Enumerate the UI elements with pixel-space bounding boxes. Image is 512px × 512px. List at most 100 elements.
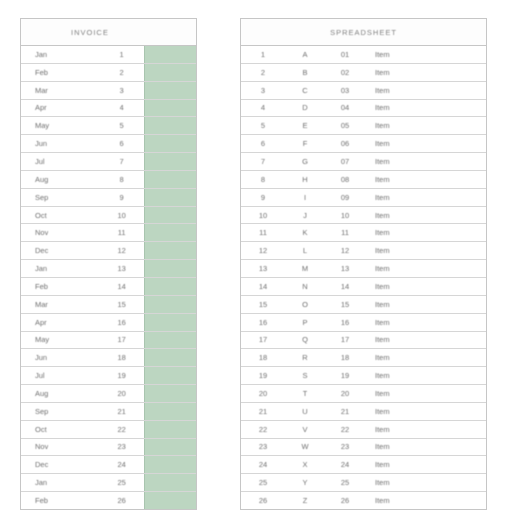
right-cell-c-text: 09: [341, 193, 349, 202]
right-cell-b: J: [285, 207, 325, 224]
stage: INVOICE Jan1Feb2Mar3Apr4May5Jun6Jul7Aug8…: [0, 0, 512, 512]
left-cell-b-text: 25: [117, 478, 125, 487]
right-cell-d: Item: [365, 332, 486, 349]
table-row: 16P16Item: [241, 314, 486, 332]
right-cell-d: Item: [365, 439, 486, 456]
right-cell-d-text: Item: [375, 86, 390, 95]
left-cell-a-text: Apr: [35, 318, 47, 327]
right-cell-c: 26: [325, 492, 365, 509]
right-cell-b: K: [285, 224, 325, 241]
right-cell-c: 14: [325, 278, 365, 295]
table-row: 23W23Item: [241, 439, 486, 457]
right-cell-d: Item: [365, 242, 486, 259]
left-cell-b: 8: [100, 171, 144, 188]
left-cell-b-text: 12: [117, 246, 125, 255]
table-row: Aug20: [21, 385, 196, 403]
right-cell-a: 24: [241, 456, 285, 473]
right-cell-b: M: [285, 260, 325, 277]
left-cell-a: Sep: [21, 189, 100, 206]
table-row: 18R18Item: [241, 349, 486, 367]
right-cell-d: Item: [365, 46, 486, 63]
left-cell-a-text: Sep: [35, 193, 48, 202]
table-row: Oct22: [21, 421, 196, 439]
left-cell-b-text: 3: [120, 86, 124, 95]
table-row: Sep21: [21, 403, 196, 421]
left-cell-b-text: 2: [120, 68, 124, 77]
left-cell-a-text: Apr: [35, 103, 47, 112]
right-cell-b-text: N: [302, 282, 307, 291]
left-cell-accent: [144, 171, 197, 188]
table-row: 19S19Item: [241, 367, 486, 385]
right-cell-a: 17: [241, 332, 285, 349]
right-cell-c-text: 10: [341, 211, 349, 220]
left-cell-b-text: 24: [117, 460, 125, 469]
left-cell-a-text: Jan: [35, 264, 47, 273]
right-cell-d: Item: [365, 82, 486, 99]
right-cell-d-text: Item: [375, 211, 390, 220]
left-cell-b-text: 15: [117, 300, 125, 309]
right-cell-b-text: F: [303, 139, 308, 148]
right-cell-c: 24: [325, 456, 365, 473]
table-row: Jul19: [21, 367, 196, 385]
right-cell-c-text: 21: [341, 407, 349, 416]
table-row: Jan1: [21, 46, 196, 64]
right-cell-c-text: 17: [341, 335, 349, 344]
right-cell-c: 03: [325, 82, 365, 99]
left-cell-a: Jul: [21, 153, 100, 170]
right-cell-c-text: 06: [341, 139, 349, 148]
table-row: 13M13Item: [241, 260, 486, 278]
right-cell-a: 14: [241, 278, 285, 295]
right-cell-b: H: [285, 171, 325, 188]
right-cell-b: S: [285, 367, 325, 384]
right-cell-c: 25: [325, 474, 365, 491]
table-row: 26Z26Item: [241, 492, 486, 509]
right-cell-c-text: 04: [341, 103, 349, 112]
right-cell-a: 5: [241, 117, 285, 134]
right-cell-a: 22: [241, 421, 285, 438]
left-cell-a-text: Mar: [35, 300, 48, 309]
right-cell-b-text: E: [302, 121, 307, 130]
left-cell-accent: [144, 456, 197, 473]
right-cell-a-text: 9: [261, 193, 265, 202]
right-cell-c-text: 20: [341, 389, 349, 398]
right-cell-d: Item: [365, 314, 486, 331]
right-cell-a: 26: [241, 492, 285, 509]
left-cell-b-text: 23: [117, 442, 125, 451]
right-cell-a-text: 25: [259, 478, 267, 487]
left-cell-a-text: Jun: [35, 353, 47, 362]
right-cell-a: 4: [241, 100, 285, 117]
right-cell-c: 22: [325, 421, 365, 438]
left-cell-a-text: Aug: [35, 389, 48, 398]
right-cell-d: Item: [365, 456, 486, 473]
left-cell-accent: [144, 46, 197, 63]
right-cell-a-text: 7: [261, 157, 265, 166]
right-cell-b: R: [285, 349, 325, 366]
right-cell-c-text: 11: [341, 228, 349, 237]
left-cell-accent: [144, 117, 197, 134]
right-cell-c: 19: [325, 367, 365, 384]
right-cell-d: Item: [365, 189, 486, 206]
left-title: INVOICE: [71, 28, 109, 37]
table-row: Mar 15: [21, 296, 196, 314]
left-cell-a: Mar: [21, 82, 100, 99]
right-cell-a-text: 13: [259, 264, 267, 273]
right-cell-d-text: Item: [375, 139, 390, 148]
left-cell-b: 5: [100, 117, 144, 134]
right-cell-a-text: 14: [259, 282, 267, 291]
left-cell-accent: [144, 403, 197, 420]
left-cell-b-text: 11: [118, 228, 126, 237]
table-row: 5E05Item: [241, 117, 486, 135]
right-cell-a-text: 12: [259, 246, 267, 255]
left-cell-a: Jun: [21, 349, 100, 366]
right-cell-b-text: I: [304, 193, 306, 202]
left-cell-b-text: 19: [117, 371, 125, 380]
left-cell-accent: [144, 296, 197, 313]
right-cell-a: 16: [241, 314, 285, 331]
table-row: Feb14: [21, 278, 196, 296]
right-cell-c-text: 18: [341, 353, 349, 362]
table-row: 17Q17Item: [241, 332, 486, 350]
left-cell-a-text: Feb: [35, 68, 48, 77]
left-cell-b-text: 7: [120, 157, 124, 166]
right-cell-d-text: Item: [375, 246, 390, 255]
left-cell-b-text: 5: [120, 121, 124, 130]
